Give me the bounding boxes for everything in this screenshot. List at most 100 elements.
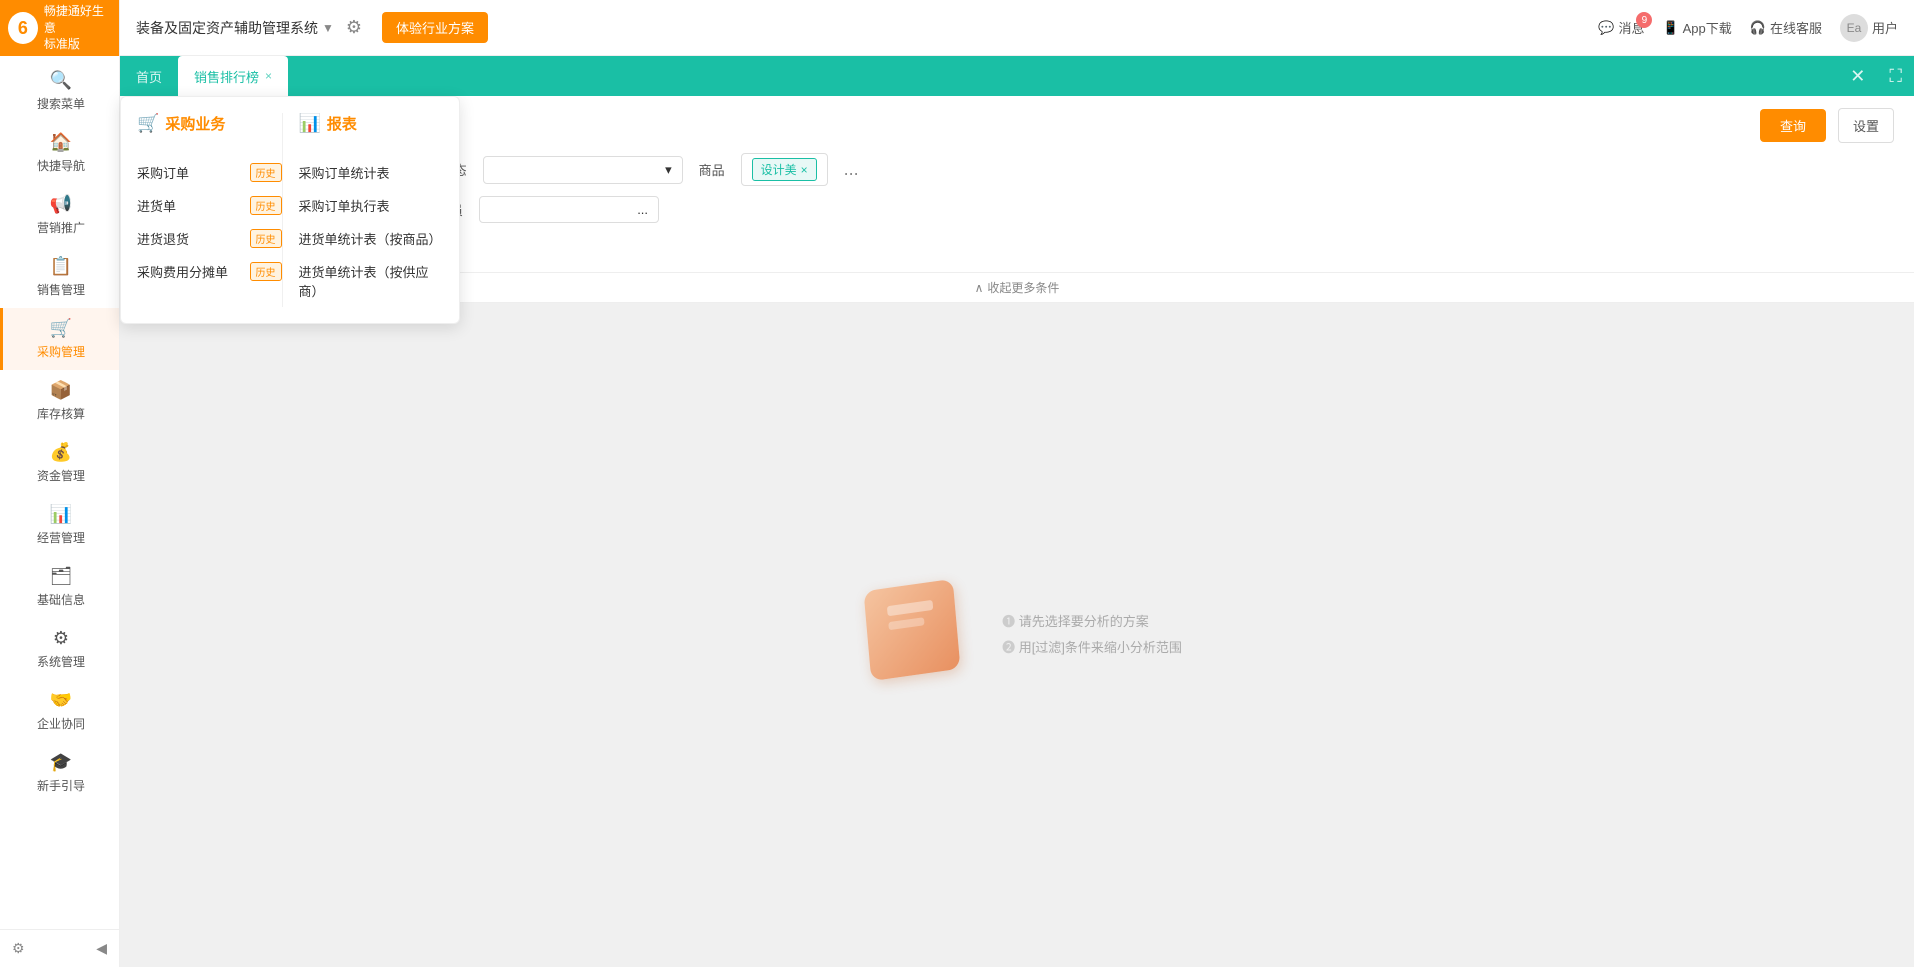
sidebar-item-enterprise-label: 企业协同 xyxy=(37,715,85,732)
sidebar-item-capital-label: 资金管理 xyxy=(37,467,85,484)
empty-hints: 请先选择要分析的方案 用[过滤]条件来缩小分析范围 xyxy=(1002,609,1182,661)
sidebar-item-operation-label: 经营管理 xyxy=(37,529,85,546)
system-title: 装备及固定资产辅助管理系统 xyxy=(136,18,318,38)
empty-hint-1: 请先选择要分析的方案 xyxy=(1002,609,1182,635)
tab-sales-ranking-label: 销售排行榜 xyxy=(194,67,259,86)
sidebar-item-basic[interactable]: 🗂 基础信息 xyxy=(0,556,119,618)
purchase-icon: 🛒 xyxy=(50,318,72,339)
basic-icon: 🗂 xyxy=(50,566,73,587)
app-download-btn[interactable]: 📱 App下载 xyxy=(1662,18,1731,37)
collapse-label: 收起更多条件 xyxy=(987,279,1059,296)
system-icon: ⚙ xyxy=(53,628,69,649)
report-col-icon: 📊 xyxy=(299,113,321,134)
gear-icon[interactable]: ⚙ xyxy=(346,17,362,38)
setting-btn[interactable]: 设置 xyxy=(1838,108,1894,143)
sidebar-item-marketing[interactable]: 📢 营销推广 xyxy=(0,184,119,246)
purchase-expense-badge: 历史 xyxy=(250,262,282,281)
tab-close-icon[interactable]: × xyxy=(265,69,272,83)
sidebar-item-sales[interactable]: 📋 销售管理 xyxy=(0,246,119,308)
dropdown-arrow-icon: ▼ xyxy=(322,21,334,35)
search-icon: 🔍 xyxy=(50,70,72,91)
sidebar-item-purchase-label: 采购管理 xyxy=(37,343,85,360)
sales-icon: 📋 xyxy=(50,256,72,277)
topbar: 装备及固定资产辅助管理系统 ▼ ⚙ 体验行业方案 💬 消息 9 📱 App下载 … xyxy=(120,0,1914,56)
purchase-business-title: 🛒 采购业务 xyxy=(137,113,282,142)
inventory-icon: 📦 xyxy=(50,380,72,401)
newbie-icon: 🎓 xyxy=(50,752,72,773)
report-col-title: 📊 报表 xyxy=(299,113,444,142)
home-icon: 🏠 xyxy=(50,132,72,153)
sidebar-item-capital[interactable]: 💰 资金管理 xyxy=(0,432,119,494)
empty-state: 请先选择要分析的方案 用[过滤]条件来缩小分析范围 xyxy=(120,303,1914,967)
goods-tag: 设计美 × xyxy=(752,158,817,181)
empty-hint-2: 用[过滤]条件来缩小分析范围 xyxy=(1002,635,1182,661)
headset-icon: 🎧 xyxy=(1750,20,1766,36)
online-service-btn[interactable]: 🎧 在线客服 xyxy=(1750,18,1822,37)
purchase-dropdown-menu: 🛒 采购业务 采购订单 历史 进货单 历史 进货退货 历史 采购费用分摊单 历史… xyxy=(120,96,460,324)
app-download-label: App下载 xyxy=(1683,18,1732,37)
goods-filter[interactable]: 设计美 × xyxy=(741,153,828,186)
collapse-arrow-icon: ∧ xyxy=(975,281,984,295)
purchase-inbound-badge: 历史 xyxy=(250,196,282,215)
tab-close-btn[interactable]: ✕ xyxy=(1838,66,1877,87)
industry-btn[interactable]: 体验行业方案 xyxy=(382,12,488,43)
sidebar-item-operation[interactable]: 📊 经营管理 xyxy=(0,494,119,556)
purchase-col-icon: 🛒 xyxy=(137,113,159,134)
purchase-return-item[interactable]: 进货退货 历史 xyxy=(137,222,282,255)
purchase-order-stat-item[interactable]: 采购订单统计表 xyxy=(299,156,444,189)
marketing-icon: 📢 xyxy=(50,194,72,215)
phone-icon: 📱 xyxy=(1662,20,1678,36)
sidebar-item-purchase[interactable]: 🛒 采购管理 xyxy=(0,308,119,370)
sidebar-logo: 6 畅捷通好生意 标准版 xyxy=(0,0,119,56)
user-btn[interactable]: Ea 用户 xyxy=(1840,14,1898,42)
tab-sales-ranking[interactable]: 销售排行榜 × xyxy=(178,56,288,96)
message-badge: 9 xyxy=(1636,12,1652,28)
query-btn[interactable]: 查询 xyxy=(1760,109,1826,142)
sidebar-settings-btn[interactable]: ⚙ xyxy=(12,940,25,957)
inbound-stat-supplier-item[interactable]: 进货单统计表（按供应商） xyxy=(299,255,444,307)
tab-expand-btn[interactable]: ⛶ xyxy=(1877,66,1914,87)
purchase-order-exec-item[interactable]: 采购订单执行表 xyxy=(299,189,444,222)
sidebar-footer: ⚙ ◀ xyxy=(0,929,119,967)
sidebar-item-quick-nav[interactable]: 🏠 快捷导航 xyxy=(0,122,119,184)
inbound-stat-goods-item[interactable]: 进货单统计表（按商品） xyxy=(299,222,444,255)
sidebar-item-inventory-label: 库存核算 xyxy=(37,405,85,422)
sidebar-item-system[interactable]: ⚙ 系统管理 xyxy=(0,618,119,680)
avatar: Ea xyxy=(1840,14,1868,42)
document-status-select[interactable]: ▾ xyxy=(483,156,683,184)
sidebar-collapse-btn[interactable]: ◀ xyxy=(96,940,107,957)
purchase-return-badge: 历史 xyxy=(250,229,282,248)
purchase-order-item[interactable]: 采购订单 历史 xyxy=(137,156,282,189)
empty-content: 请先选择要分析的方案 用[过滤]条件来缩小分析范围 xyxy=(852,585,1182,685)
online-service-label: 在线客服 xyxy=(1770,18,1822,37)
purchase-expense-item[interactable]: 采购费用分摊单 历史 xyxy=(137,255,282,288)
capital-icon: 💰 xyxy=(50,442,72,463)
logo-icon: 6 xyxy=(8,12,38,44)
goods-tag-remove-btn[interactable]: × xyxy=(801,163,808,177)
sidebar-item-search-label: 搜索菜单 xyxy=(37,95,85,112)
sidebar-item-search[interactable]: 🔍 搜索菜单 xyxy=(0,60,119,122)
sidebar-item-basic-label: 基础信息 xyxy=(37,591,85,608)
message-btn[interactable]: 💬 消息 9 xyxy=(1598,18,1644,37)
sidebar-item-newbie[interactable]: 🎓 新手引导 xyxy=(0,742,119,804)
sidebar-item-system-label: 系统管理 xyxy=(37,653,85,670)
tab-home[interactable]: 首页 xyxy=(120,56,178,96)
logo-text: 畅捷通好生意 标准版 xyxy=(44,3,111,53)
goods-more-btn[interactable]: ... xyxy=(844,159,859,180)
sidebar-item-sales-label: 销售管理 xyxy=(37,281,85,298)
sidebar-nav: 🔍 搜索菜单 🏠 快捷导航 📢 营销推广 📋 销售管理 🛒 采购管理 📦 库存核… xyxy=(0,56,119,929)
sidebar-item-enterprise[interactable]: 🤝 企业协同 xyxy=(0,680,119,742)
sidebar-item-inventory[interactable]: 📦 库存核算 xyxy=(0,370,119,432)
user-label: 用户 xyxy=(1872,18,1898,37)
salesperson-dots: ... xyxy=(637,202,648,217)
purchase-business-col: 🛒 采购业务 采购订单 历史 进货单 历史 进货退货 历史 采购费用分摊单 历史 xyxy=(137,113,282,307)
system-title-dropdown[interactable]: 装备及固定资产辅助管理系统 ▼ xyxy=(136,18,334,38)
sidebar-item-quick-nav-label: 快捷导航 xyxy=(37,157,85,174)
tab-home-label: 首页 xyxy=(136,67,162,86)
salesperson-select[interactable]: ... xyxy=(479,196,659,223)
dropdown-icon: ▾ xyxy=(665,162,672,178)
tabbar: 首页 销售排行榜 × ✕ ⛶ xyxy=(120,56,1914,96)
message-icon: 💬 xyxy=(1598,20,1614,36)
purchase-inbound-item[interactable]: 进货单 历史 xyxy=(137,189,282,222)
operation-icon: 📊 xyxy=(50,504,72,525)
